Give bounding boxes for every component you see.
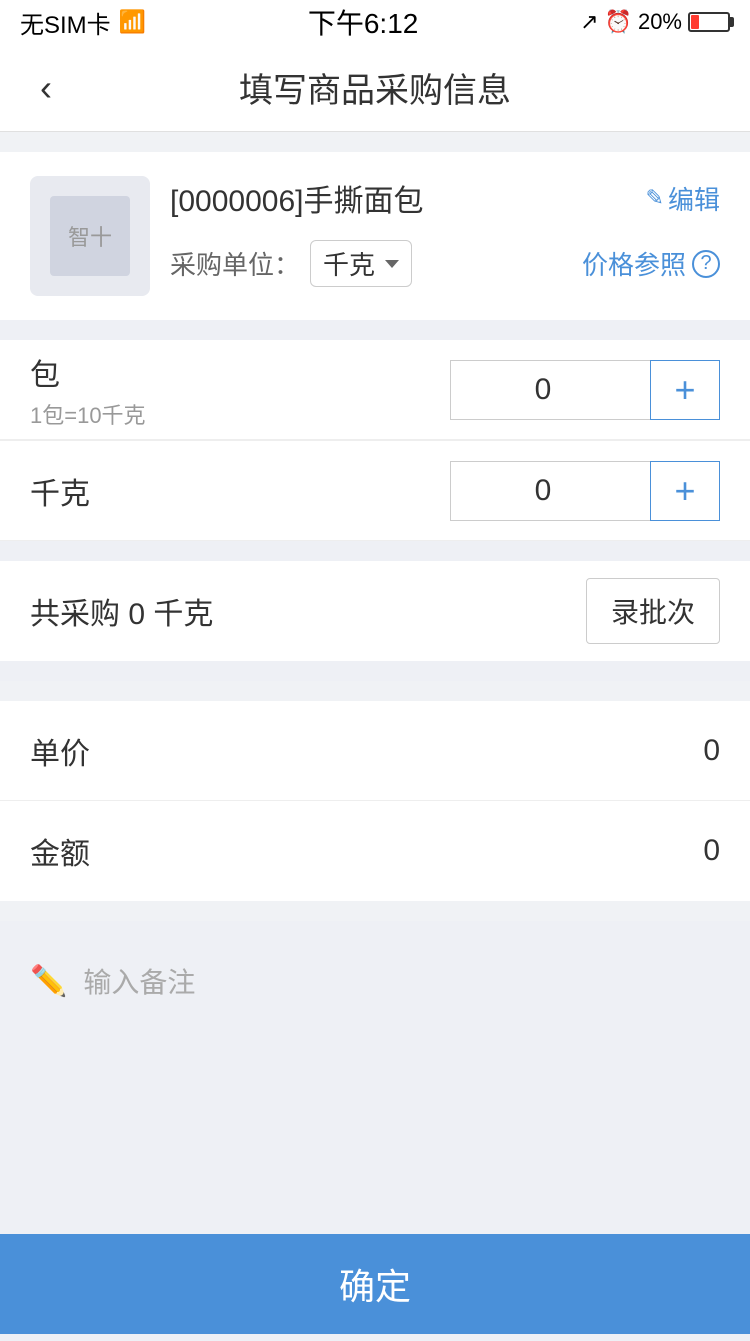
chevron-down-icon	[385, 260, 399, 268]
confirm-button[interactable]: 确定	[0, 1234, 750, 1334]
notes-placeholder: 输入备注	[83, 961, 195, 1001]
bao-plus-button[interactable]: +	[650, 360, 720, 420]
battery-icon	[688, 12, 730, 32]
bao-label-main: 包	[30, 350, 190, 394]
unit-price-label: 单价	[30, 729, 90, 773]
unit-label: 采购单位：	[170, 245, 300, 282]
back-button[interactable]: ‹	[30, 57, 62, 119]
price-ref-label: 价格参照	[582, 245, 686, 282]
section-divider-1	[0, 320, 750, 340]
summary-text: 共采购 0 千克	[30, 589, 213, 633]
unit-value: 千克	[323, 245, 375, 282]
product-info: [0000006]手撕面包 ✎ 编辑 采购单位： 千克 价格参照 ?	[170, 176, 720, 287]
product-name-row: [0000006]手撕面包 ✎ 编辑	[170, 176, 720, 220]
status-bar: 无SIM卡 📶 下午6:12 ↗ ⏰ 20%	[0, 0, 750, 44]
product-logo-text: 智十	[68, 220, 112, 252]
bao-input-section: 包 1包=10千克 +	[0, 340, 750, 440]
kg-input[interactable]	[450, 461, 650, 521]
unit-price-row: 单价 0	[0, 701, 750, 801]
product-card: 智十 [0000006]手撕面包 ✎ 编辑 采购单位： 千克 价格参照 ?	[0, 152, 750, 320]
kg-label: 千克	[30, 469, 190, 513]
kg-plus-button[interactable]: +	[650, 461, 720, 521]
batch-button[interactable]: 录批次	[586, 578, 720, 644]
edit-label: 编辑	[668, 180, 720, 217]
bao-input-row: 包 1包=10千克 +	[0, 340, 750, 440]
amount-value: 0	[703, 834, 720, 868]
kg-input-control: +	[450, 461, 720, 521]
bao-label-sub: 1包=10千克	[30, 398, 190, 430]
section-divider-2	[0, 541, 750, 561]
carrier-text: 无SIM卡	[20, 5, 111, 40]
product-image: 智十	[30, 176, 150, 296]
status-left: 无SIM卡 📶	[20, 5, 146, 40]
bao-label: 包 1包=10千克	[30, 350, 190, 430]
product-unit-row: 采购单位： 千克 价格参照 ?	[170, 240, 720, 287]
bao-input-control: +	[450, 360, 720, 420]
edit-icon: ✎	[646, 185, 664, 211]
unit-price-value: 0	[703, 734, 720, 768]
price-ref-button[interactable]: 价格参照 ?	[582, 245, 720, 282]
amount-row: 金额 0	[0, 801, 750, 901]
battery-percentage: 20%	[638, 9, 682, 35]
product-name: [0000006]手撕面包	[170, 176, 423, 220]
section-divider-3	[0, 661, 750, 681]
summary-amount: 0	[128, 598, 145, 631]
kg-label-main: 千克	[30, 469, 190, 513]
nav-bar: ‹ 填写商品采购信息	[0, 44, 750, 132]
summary-prefix: 共采购	[30, 598, 120, 631]
page-title: 填写商品采购信息	[239, 63, 511, 112]
amount-label: 金额	[30, 829, 90, 873]
wifi-icon: 📶	[119, 9, 146, 35]
kg-input-row: 千克 +	[0, 441, 750, 541]
info-section: 单价 0 金额 0	[0, 701, 750, 901]
info-icon: ?	[692, 250, 720, 278]
product-thumbnail: 智十	[50, 196, 130, 276]
summary-row: 共采购 0 千克 录批次	[0, 561, 750, 661]
status-right: ↗ ⏰ 20%	[580, 9, 730, 35]
edit-button[interactable]: ✎ 编辑	[646, 180, 720, 217]
kg-input-section: 千克 +	[0, 441, 750, 541]
alarm-icon: ⏰	[605, 9, 632, 35]
unit-select[interactable]: 千克	[310, 240, 412, 287]
pencil-icon: ✏️	[30, 964, 67, 999]
location-icon: ↗	[580, 9, 598, 35]
summary-unit: 千克	[153, 598, 213, 631]
status-time: 下午6:12	[308, 2, 419, 42]
bao-input[interactable]	[450, 360, 650, 420]
notes-section[interactable]: ✏️ 输入备注	[0, 921, 750, 1041]
